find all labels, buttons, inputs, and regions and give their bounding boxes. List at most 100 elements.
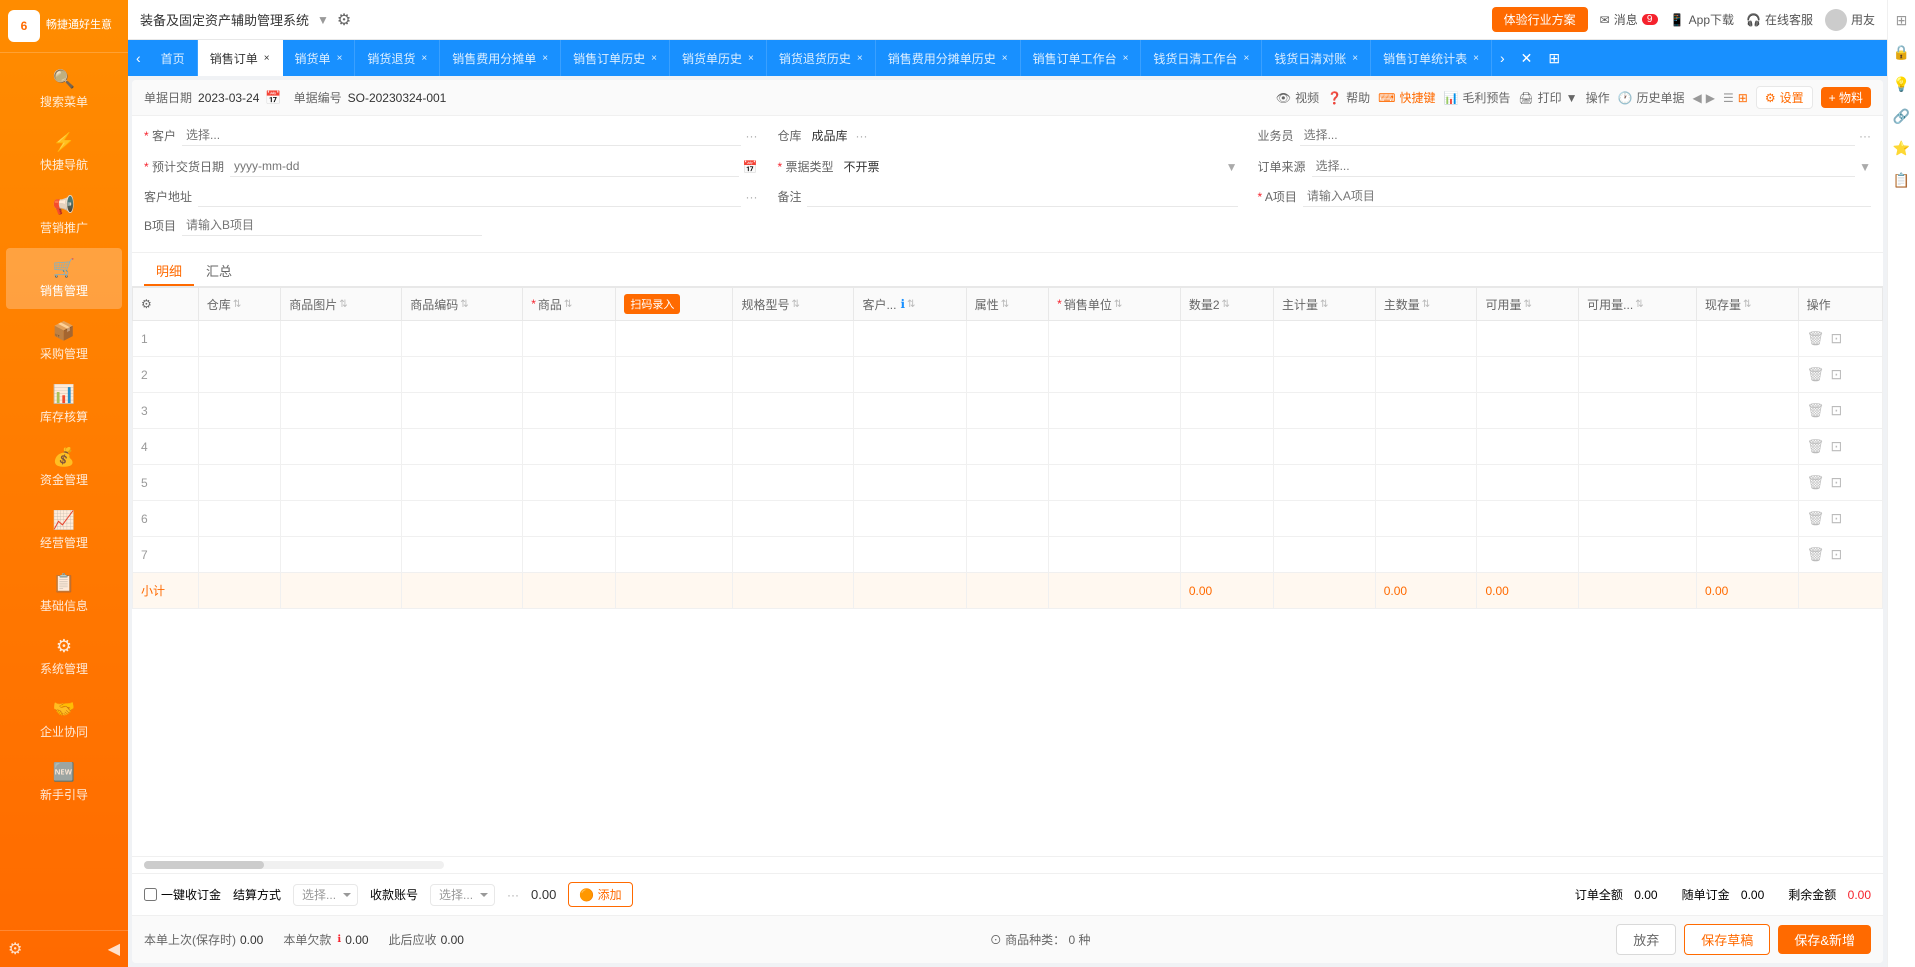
profit-action[interactable]: 📊 毛利预告 <box>1443 89 1510 106</box>
user-action[interactable]: 用友 <box>1825 9 1875 31</box>
delete-icon-5[interactable]: 🗑 <box>1807 474 1825 491</box>
chevron-down-icon[interactable]: ▼ <box>317 13 329 27</box>
sidebar-item-1[interactable]: ⚡快捷导航 <box>6 122 122 183</box>
copy-icon-5[interactable]: ⊡ <box>1830 474 1842 491</box>
sidebar-item-8[interactable]: 📋基础信息 <box>6 563 122 624</box>
scan-button[interactable]: 扫码录入 <box>624 294 680 314</box>
tab-close-10[interactable]: × <box>1243 53 1249 64</box>
col-info-icon[interactable]: ℹ <box>900 297 905 311</box>
account-select[interactable]: 选择... <box>430 884 495 906</box>
sort-icon-main_unit[interactable]: ⇅ <box>1320 299 1328 310</box>
copy-icon-3[interactable]: ⊡ <box>1830 402 1842 419</box>
sidebar-collapse-icon[interactable]: ◀ <box>108 939 120 959</box>
order-source-input[interactable] <box>1312 156 1856 177</box>
tab-close-11[interactable]: × <box>1352 53 1358 64</box>
discard-button[interactable]: 放弃 <box>1616 924 1676 955</box>
print-action[interactable]: 🖨 打印 ▼ <box>1518 89 1577 106</box>
add-goods-button[interactable]: + 物料 <box>1821 87 1871 108</box>
sort-icon-unit[interactable]: ⇅ <box>1114 299 1122 310</box>
customer-more-icon[interactable]: ··· <box>745 129 757 143</box>
tab-item-7[interactable]: 销货退货历史× <box>767 40 876 76</box>
setting-button[interactable]: ⚙ 设置 <box>1756 86 1813 109</box>
tab-close-7[interactable]: × <box>857 53 863 64</box>
nav-next-icon[interactable]: ▶ <box>1706 91 1715 105</box>
address-more-icon[interactable]: ··· <box>745 190 757 204</box>
detail-tab-0[interactable]: 明细 <box>144 257 194 286</box>
detail-tab-1[interactable]: 汇总 <box>194 257 244 286</box>
settings-icon[interactable]: ⚙ <box>337 10 351 30</box>
right-icon-5[interactable]: ⭐ <box>1890 136 1914 160</box>
print-dropdown-icon[interactable]: ▼ <box>1566 91 1578 105</box>
tab-close-6[interactable]: × <box>748 53 754 64</box>
tab-item-3[interactable]: 销货退货× <box>355 40 440 76</box>
tab-close-12[interactable]: × <box>1473 53 1479 64</box>
tab-item-8[interactable]: 销售费用分摊单历史× <box>876 40 1021 76</box>
tab-item-6[interactable]: 销货单历史× <box>670 40 767 76</box>
tab-item-4[interactable]: 销售费用分摊单× <box>440 40 561 76</box>
history-action[interactable]: 🕐 历史单据 <box>1618 89 1685 106</box>
tab-item-2[interactable]: 销货单× <box>283 40 356 76</box>
delete-icon-6[interactable]: 🗑 <box>1807 510 1825 527</box>
save-draft-button[interactable]: 保存草稿 <box>1684 924 1770 955</box>
sidebar-item-4[interactable]: 📦采购管理 <box>6 311 122 372</box>
delete-icon-2[interactable]: 🗑 <box>1807 366 1825 383</box>
one-click-payment-checkbox[interactable]: 一键收订金 <box>144 886 221 903</box>
sidebar-settings-icon[interactable]: ⚙ <box>8 939 22 959</box>
sidebar-item-11[interactable]: 🆕新手引导 <box>6 752 122 813</box>
sidebar-item-10[interactable]: 🤝企业协同 <box>6 689 122 750</box>
delivery-input[interactable] <box>230 156 738 177</box>
help-action[interactable]: ❓ 帮助 <box>1327 89 1370 106</box>
shortcut-action[interactable]: ⌨ 快捷键 <box>1378 89 1435 106</box>
address-input[interactable] <box>198 186 741 207</box>
operation-action[interactable]: 操作 <box>1586 89 1610 106</box>
sort-icon-quantity2[interactable]: ⇅ <box>1222 299 1230 310</box>
message-action[interactable]: ✉ 消息 9 <box>1600 11 1658 28</box>
ticket-dropdown-icon[interactable]: ▼ <box>1226 160 1238 174</box>
app-download-action[interactable]: 📱 App下载 <box>1670 11 1734 28</box>
tab-nav-right[interactable]: › <box>1492 40 1513 76</box>
list-view-icon[interactable]: ☰ <box>1723 91 1734 105</box>
sort-icon-code[interactable]: ⇅ <box>460 299 468 310</box>
customer-input[interactable] <box>182 125 741 146</box>
scroll-thumb[interactable] <box>144 861 264 869</box>
sort-icon-available[interactable]: ⇅ <box>1523 299 1531 310</box>
delete-icon-4[interactable]: 🗑 <box>1807 438 1825 455</box>
payment-more-icon[interactable]: ··· <box>507 888 519 902</box>
sidebar-item-5[interactable]: 📊库存核算 <box>6 374 122 435</box>
delivery-calendar-icon[interactable]: 📅 <box>743 160 758 174</box>
delete-icon-7[interactable]: 🗑 <box>1807 546 1825 563</box>
tab-close-all[interactable]: ✕ <box>1513 40 1541 76</box>
sidebar-item-9[interactable]: ⚙系统管理 <box>6 626 122 687</box>
sidebar-item-6[interactable]: 💰资金管理 <box>6 437 122 498</box>
order-source-dropdown-icon[interactable]: ▼ <box>1859 160 1871 174</box>
tab-item-12[interactable]: 销售订单统计表× <box>1371 40 1492 76</box>
tab-maximize[interactable]: ⊞ <box>1540 40 1568 76</box>
table-container[interactable]: ⚙仓库⇅商品图片⇅商品编码⇅*商品⇅扫码录入规格型号⇅客户...ℹ⇅属性⇅*销售… <box>132 287 1883 856</box>
delete-icon-1[interactable]: 🗑 <box>1807 330 1825 347</box>
right-icon-4[interactable]: 🔗 <box>1890 104 1914 128</box>
sort-icon-goods[interactable]: ⇅ <box>564 299 572 310</box>
tab-close-4[interactable]: × <box>542 53 548 64</box>
sidebar-item-0[interactable]: 🔍搜索菜单 <box>6 59 122 120</box>
sidebar-item-7[interactable]: 📈经营管理 <box>6 500 122 561</box>
trial-button[interactable]: 体验行业方案 <box>1492 7 1588 32</box>
copy-icon-7[interactable]: ⊡ <box>1830 546 1842 563</box>
scroll-track[interactable] <box>144 861 444 869</box>
add-payment-button[interactable]: 🟠 添加 <box>568 882 632 907</box>
date-value[interactable]: 2023-03-24 <box>198 91 259 105</box>
tab-close-2[interactable]: × <box>337 53 343 64</box>
right-icon-3[interactable]: 💡 <box>1890 72 1914 96</box>
delete-icon-3[interactable]: 🗑 <box>1807 402 1825 419</box>
tab-item-5[interactable]: 销售订单历史× <box>561 40 670 76</box>
tab-close-3[interactable]: × <box>421 53 427 64</box>
grid-view-icon[interactable]: ⊞ <box>1738 91 1748 105</box>
b-project-input[interactable] <box>182 215 482 236</box>
calendar-icon[interactable]: 📅 <box>265 90 281 106</box>
nav-prev-icon[interactable]: ◀ <box>1693 91 1702 105</box>
table-settings-icon[interactable]: ⚙ <box>141 297 152 311</box>
staff-input[interactable] <box>1300 125 1855 146</box>
settle-select[interactable]: 选择... <box>293 884 358 906</box>
tab-item-0[interactable]: 首页 <box>149 40 198 76</box>
sort-icon-current_stock[interactable]: ⇅ <box>1743 299 1751 310</box>
warehouse-more-icon[interactable]: ··· <box>855 129 867 143</box>
